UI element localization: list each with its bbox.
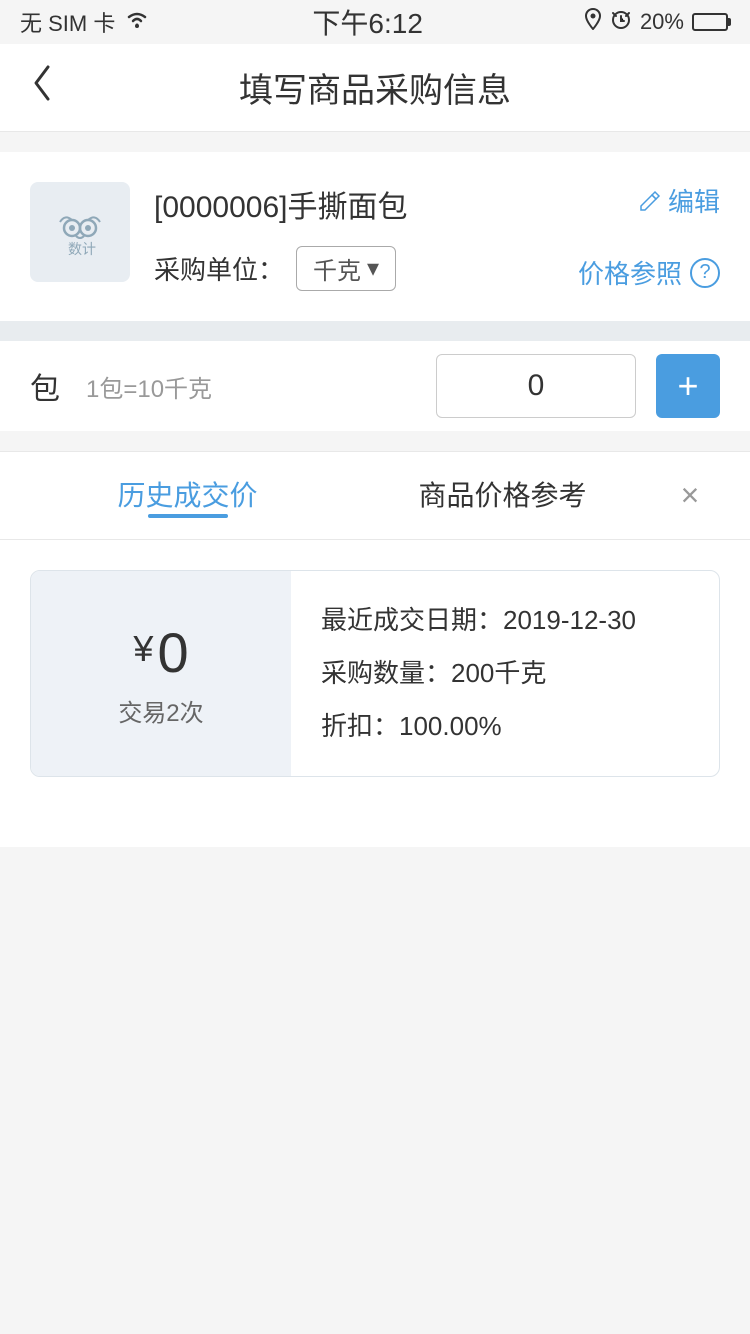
history-price-card: ¥ 0 交易2次 最近成交日期：2019-12-30 采购数量：200千克 折扣… [30, 570, 720, 777]
recent-date-row: 最近成交日期：2019-12-30 [321, 601, 689, 640]
quantity-input[interactable]: 0 [436, 354, 636, 418]
location-icon [584, 8, 602, 36]
price-number: 0 [157, 620, 188, 685]
history-card-left: ¥ 0 交易2次 [31, 571, 291, 776]
back-button[interactable] [30, 63, 90, 112]
tab-close-button[interactable]: × [660, 466, 720, 526]
quantity-conversion-label: 1包=10千克 [86, 369, 212, 404]
price-reference-button[interactable]: 价格参照 ? [578, 254, 720, 291]
bottom-panel: 历史成交价 商品价格参考 × ¥ 0 交易2次 最近成交日期：2019-12-3… [0, 451, 750, 847]
trade-count: 交易2次 [118, 693, 203, 728]
status-right: 20% [584, 8, 730, 36]
history-card-right: 最近成交日期：2019-12-30 采购数量：200千克 折扣：100.00% [291, 571, 719, 776]
battery-icon [692, 13, 730, 31]
help-icon: ? [690, 258, 720, 288]
discount-row: 折扣：100.00% [321, 707, 689, 746]
tabs-row: 历史成交价 商品价格参考 × [0, 452, 750, 540]
battery-percent: 20% [640, 9, 684, 35]
product-card: 数计 [0000006]手撕面包 采购单位： 千克 ▾ 编辑 价格参照 ? [0, 152, 750, 321]
purchase-qty-row: 采购数量：200千克 [321, 654, 689, 693]
tab-history-price[interactable]: 历史成交价 [30, 474, 345, 518]
gray-divider [0, 321, 750, 341]
status-left: 无 SIM 卡 [20, 6, 151, 38]
alarm-icon [610, 8, 632, 36]
page-title: 填写商品采购信息 [90, 63, 660, 112]
product-name: [0000006]手撕面包 [154, 182, 720, 226]
quantity-unit-label: 包 [30, 364, 60, 408]
tab-price-reference[interactable]: 商品价格参考 [345, 474, 660, 518]
wifi-icon [123, 9, 151, 35]
status-bar: 无 SIM 卡 下午6:12 20% [0, 0, 750, 44]
yen-symbol: ¥ [133, 628, 153, 670]
unit-badge[interactable]: 千克 ▾ [296, 246, 396, 291]
product-thumbnail: 数计 [30, 182, 130, 282]
unit-label: 采购单位： [154, 250, 284, 287]
header: 填写商品采购信息 [0, 44, 750, 132]
sim-status: 无 SIM 卡 [20, 6, 115, 38]
dropdown-arrow-icon: ▾ [367, 254, 379, 283]
svg-text:数计: 数计 [68, 241, 96, 257]
quantity-row: 包 1包=10千克 0 + [0, 341, 750, 431]
quantity-plus-button[interactable]: + [656, 354, 720, 418]
tab-content: ¥ 0 交易2次 最近成交日期：2019-12-30 采购数量：200千克 折扣… [0, 570, 750, 847]
history-price-amount: ¥ 0 [133, 620, 188, 685]
status-time: 下午6:12 [312, 2, 423, 42]
tab-underline [148, 514, 228, 518]
edit-button[interactable]: 编辑 [638, 182, 720, 219]
product-logo: 数计 [50, 202, 110, 262]
